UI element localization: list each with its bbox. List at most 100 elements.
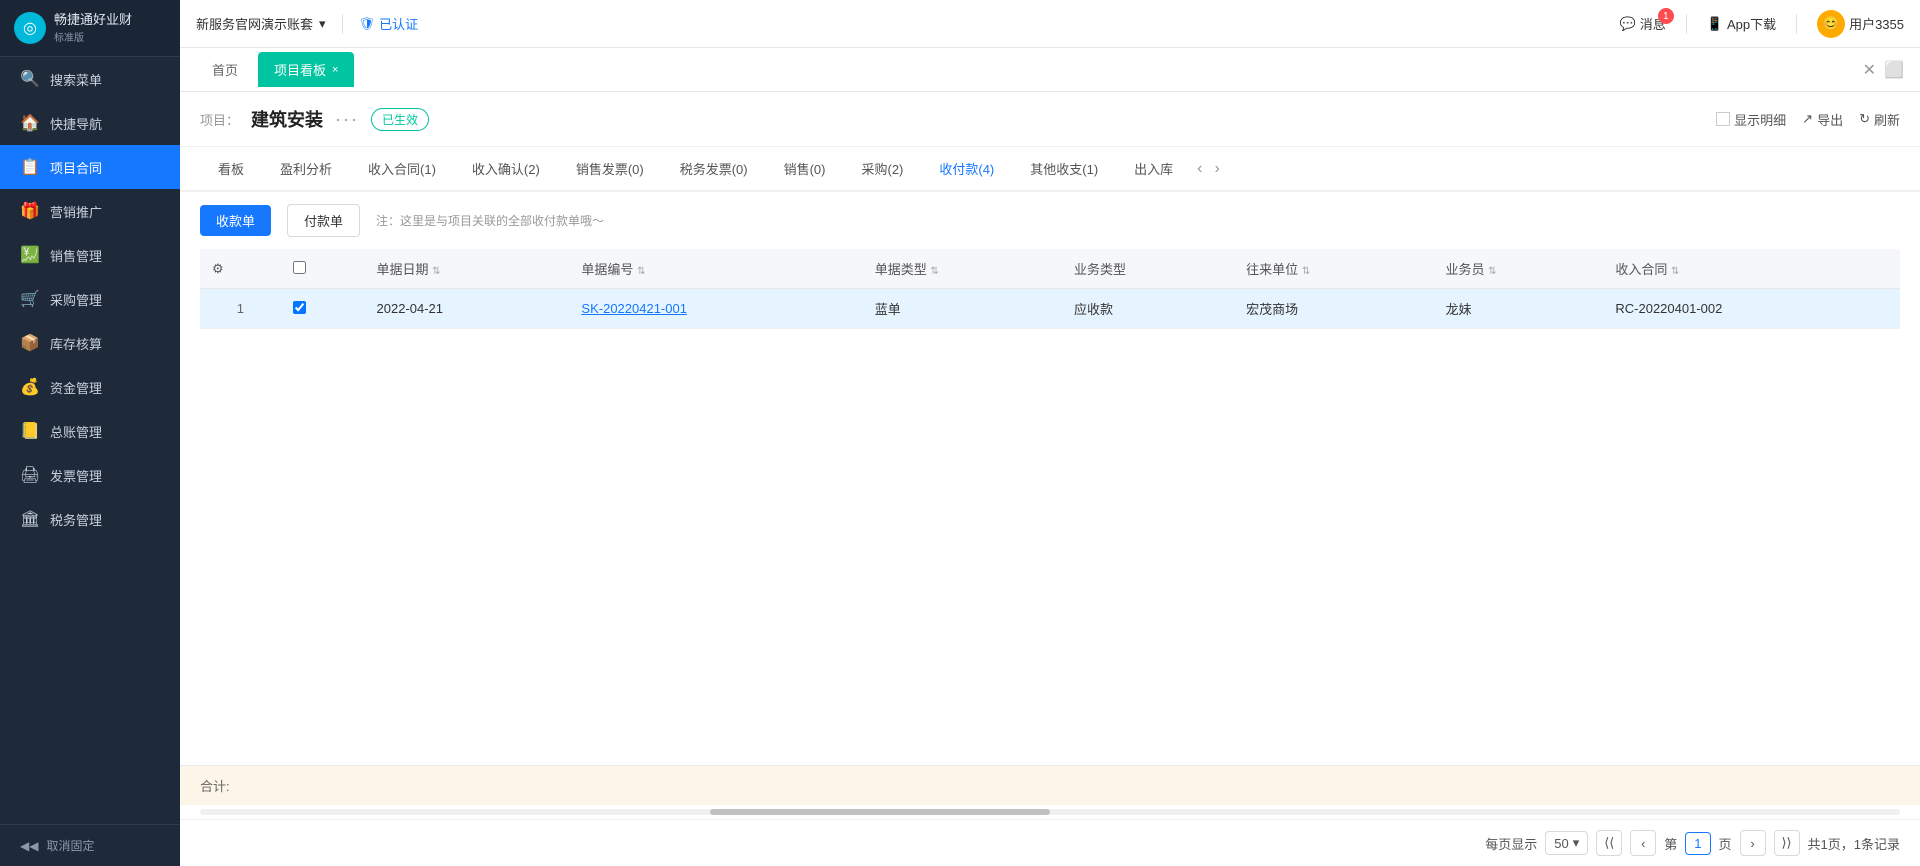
export-icon: ↗: [1802, 111, 1813, 127]
message-button[interactable]: 💬 消息 1: [1620, 14, 1666, 33]
topbar-right: 💬 消息 1 📱 App下载 😊 用户3355: [1620, 10, 1904, 38]
sidebar-item-sales[interactable]: 💹 销售管理: [0, 233, 180, 277]
sidebar-item-label: 快捷导航: [50, 114, 102, 133]
row-date: 2022-04-21: [365, 289, 570, 329]
settings-col-header[interactable]: ⚙: [200, 249, 281, 289]
row-type: 蓝单: [863, 289, 1062, 329]
first-page-button[interactable]: ⟨⟨: [1596, 830, 1622, 856]
show-detail-checkbox[interactable]: [1716, 112, 1730, 126]
sidebar-item-purchase[interactable]: 🛒 采购管理: [0, 277, 180, 321]
receipts-table: ⚙ 单据日期 单据编号 单据类型: [200, 249, 1900, 329]
sidebar-item-ledger[interactable]: 📒 总账管理: [0, 409, 180, 453]
money-icon: 💰: [20, 377, 40, 397]
page-suffix: 页: [1719, 834, 1732, 853]
row-number-link[interactable]: SK-20220421-001: [569, 289, 862, 329]
maximize-button[interactable]: ⬜: [1884, 60, 1904, 80]
export-button[interactable]: ↗ 导出: [1802, 110, 1843, 129]
type-col-header[interactable]: 单据类型: [863, 249, 1062, 289]
income-contract-col-header[interactable]: 收入合同: [1603, 249, 1900, 289]
sidebar-item-label: 总账管理: [50, 422, 102, 441]
current-page: 1: [1685, 832, 1710, 855]
sidebar-item-label: 资金管理: [50, 378, 102, 397]
row-biz-type: 应收款: [1062, 289, 1234, 329]
refresh-button[interactable]: ↻ 刷新: [1859, 110, 1900, 129]
project-name: 新服务官网演示账套: [196, 14, 313, 33]
scrollbar-thumb[interactable]: [710, 809, 1050, 815]
sub-nav-other-expense[interactable]: 其他收支(1): [1012, 147, 1116, 192]
select-all-checkbox[interactable]: [293, 261, 306, 274]
home-icon: 🏠: [20, 113, 40, 133]
gift-icon: 🎁: [20, 201, 40, 221]
pagination: 每页显示 50 ▾ ⟨⟨ ‹ 第 1 页 › ⟩⟩ 共1页，1条记录: [180, 819, 1920, 866]
sub-nav-sales-invoice[interactable]: 销售发票(0): [558, 147, 662, 192]
topbar-divider3: [1796, 14, 1797, 34]
sidebar-item-invoice[interactable]: 🖨 发票管理: [0, 453, 180, 497]
close-button[interactable]: ✕: [1863, 60, 1876, 80]
receipt-bill-tab[interactable]: 收款单: [200, 205, 271, 236]
per-page-select[interactable]: 50 ▾: [1545, 831, 1588, 855]
sub-nav-next-arrow[interactable]: ›: [1209, 160, 1226, 178]
sub-nav-prev-arrow[interactable]: ‹: [1191, 160, 1208, 178]
sidebar-item-marketing[interactable]: 🎁 营销推广: [0, 189, 180, 233]
number-col-header[interactable]: 单据编号: [569, 249, 862, 289]
more-options-icon[interactable]: ···: [335, 109, 359, 130]
tab-project-board[interactable]: 项目看板 ×: [258, 52, 354, 87]
unpin-button[interactable]: ◀◀ 取消固定: [0, 824, 180, 866]
user-menu[interactable]: 😊 用户3355: [1817, 10, 1904, 38]
verified-badge: 🛡 已认证: [359, 14, 419, 33]
tab-close-icon[interactable]: ×: [332, 64, 338, 76]
sidebar-logo: ◎ 畅捷通好业财 标准版: [0, 0, 180, 57]
sub-nav-tax-invoice[interactable]: 税务发票(0): [662, 147, 766, 192]
partner-col-header[interactable]: 往来单位: [1234, 249, 1433, 289]
sub-nav-kanban[interactable]: 看板: [200, 147, 262, 192]
export-label: 导出: [1817, 110, 1843, 129]
table-row[interactable]: 1 2022-04-21 SK-20220421-001 蓝单 应收款 宏茂商场…: [200, 289, 1900, 329]
project-icon: 📋: [20, 157, 40, 177]
salesman-col-header[interactable]: 业务员: [1434, 249, 1604, 289]
date-col-header[interactable]: 单据日期: [365, 249, 570, 289]
logo-subtitle: 标准版: [54, 29, 132, 44]
bill-number-link[interactable]: SK-20220421-001: [581, 301, 687, 316]
sidebar-item-capital[interactable]: 💰 资金管理: [0, 365, 180, 409]
sidebar-item-quick-nav[interactable]: 🏠 快捷导航: [0, 101, 180, 145]
sub-nav-sales[interactable]: 销售(0): [766, 147, 844, 192]
sidebar-item-inventory[interactable]: 📦 库存核算: [0, 321, 180, 365]
prev-page-button[interactable]: ‹: [1630, 830, 1656, 856]
tab-home[interactable]: 首页: [196, 52, 254, 87]
biz-type-col-header: 业务类型: [1062, 249, 1234, 289]
payment-bill-tab[interactable]: 付款单: [287, 204, 360, 237]
ledger-icon: 📒: [20, 421, 40, 441]
tab-home-label: 首页: [212, 60, 238, 79]
sidebar-item-label: 库存核算: [50, 334, 102, 353]
sidebar: ◎ 畅捷通好业财 标准版 🔍 搜索菜单 🏠 快捷导航 📋 项目合同 🎁 营销推广…: [0, 0, 180, 866]
last-page-button[interactable]: ⟩⟩: [1774, 830, 1800, 856]
table-container: ⚙ 单据日期 单据编号 单据类型: [180, 249, 1920, 765]
sidebar-item-project-contract[interactable]: 📋 项目合同: [0, 145, 180, 189]
page-label: 第: [1664, 834, 1677, 853]
sub-nav-income-confirm[interactable]: 收入确认(2): [454, 147, 558, 192]
tabbar: 首页 项目看板 × ✕ ⬜: [180, 48, 1920, 92]
horizontal-scrollbar[interactable]: [180, 805, 1920, 819]
sidebar-item-tax[interactable]: 🏛 税务管理: [0, 497, 180, 541]
sub-nav-in-out-store[interactable]: 出入库: [1116, 147, 1191, 192]
tax-icon: 🏛: [20, 509, 40, 529]
total-label: 合计:: [200, 779, 230, 794]
row-checkbox[interactable]: [281, 289, 365, 329]
settings-icon[interactable]: ⚙: [212, 261, 224, 276]
next-page-button[interactable]: ›: [1740, 830, 1766, 856]
sub-nav-profit[interactable]: 盈利分析: [262, 147, 350, 192]
per-page-label: 每页显示: [1485, 834, 1537, 853]
sidebar-item-search[interactable]: 🔍 搜索菜单: [0, 57, 180, 101]
toolbar: 收款单 付款单 注：这里是与项目关联的全部收付款单哦～: [180, 192, 1920, 249]
project-actions: 显示明细 ↗ 导出 ↻ 刷新: [1716, 110, 1900, 129]
checkbox-col-header[interactable]: [281, 249, 365, 289]
project-selector[interactable]: 新服务官网演示账套 ▾: [196, 14, 326, 33]
app-download-button[interactable]: 📱 App下载: [1707, 14, 1776, 33]
show-detail-toggle[interactable]: 显示明细: [1716, 110, 1786, 129]
row-select-checkbox[interactable]: [293, 301, 306, 314]
sub-nav-purchase[interactable]: 采购(2): [843, 147, 921, 192]
sub-nav-income-contract[interactable]: 收入合同(1): [350, 147, 454, 192]
per-page-value: 50: [1554, 836, 1568, 851]
sub-nav-receipt[interactable]: 收付款(4): [921, 147, 1012, 192]
row-number: 1: [200, 289, 281, 329]
